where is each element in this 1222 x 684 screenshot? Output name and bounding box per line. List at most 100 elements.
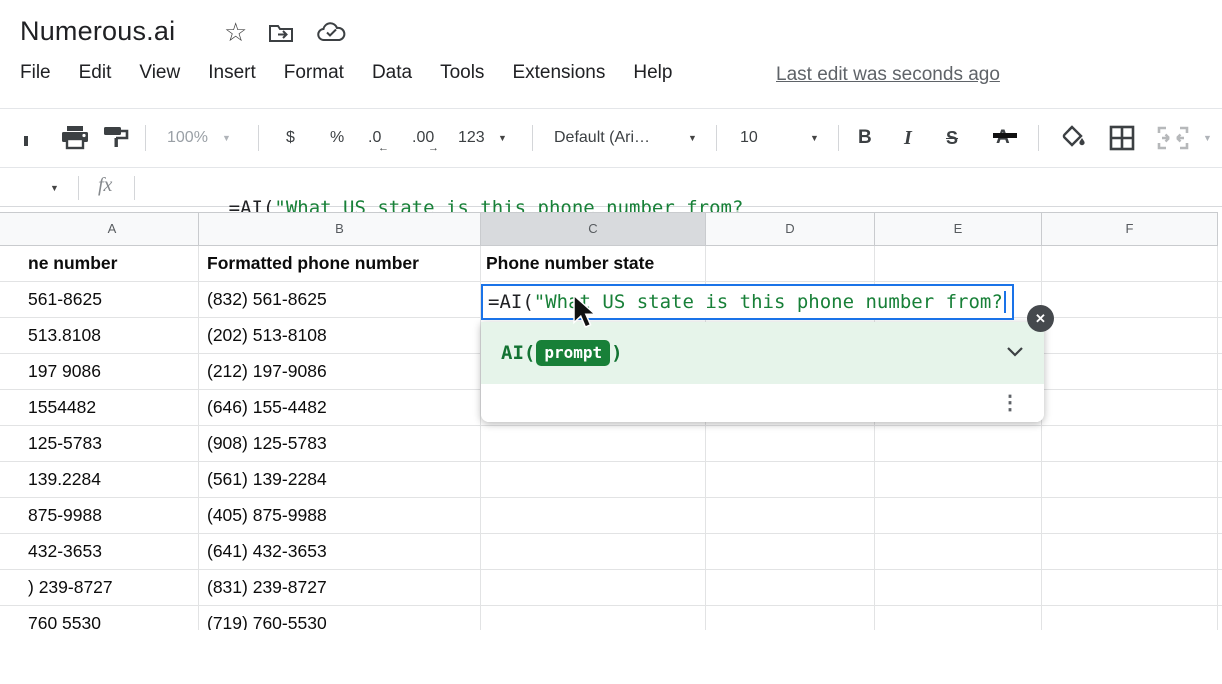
cell[interactable] <box>1042 318 1218 354</box>
cell[interactable] <box>481 426 706 462</box>
cell[interactable] <box>706 570 875 606</box>
redo-icon[interactable] <box>24 109 40 167</box>
cell[interactable] <box>875 606 1042 630</box>
cell[interactable]: (832) 561-8625 <box>199 282 481 318</box>
cell[interactable]: (405) 875-9988 <box>199 498 481 534</box>
cell[interactable] <box>706 498 875 534</box>
chevron-down-icon[interactable] <box>1006 344 1024 362</box>
cell[interactable]: 875-9988 <box>26 498 199 534</box>
font-size-caret-icon[interactable]: ▼ <box>810 109 819 167</box>
cell[interactable] <box>1042 354 1218 390</box>
menu-edit[interactable]: Edit <box>79 62 112 84</box>
cell[interactable] <box>706 246 875 282</box>
menu-insert[interactable]: Insert <box>208 62 256 84</box>
column-header-B[interactable]: B <box>199 212 481 246</box>
cell[interactable]: 432-3653 <box>26 534 199 570</box>
cell[interactable]: (646) 155-4482 <box>199 390 481 426</box>
cell[interactable]: 1554482 <box>26 390 199 426</box>
cell[interactable] <box>481 606 706 630</box>
cell[interactable] <box>706 426 875 462</box>
cell[interactable] <box>481 498 706 534</box>
cell[interactable]: Formatted phone number <box>199 246 481 282</box>
close-icon[interactable]: ✕ <box>1027 305 1054 332</box>
cell[interactable]: 561-8625 <box>26 282 199 318</box>
fill-color-icon[interactable] <box>1060 109 1088 167</box>
decrease-decimal-button[interactable]: .0← <box>368 109 381 167</box>
merge-cells-icon[interactable] <box>1156 109 1190 167</box>
cell[interactable]: (641) 432-3653 <box>199 534 481 570</box>
cell[interactable] <box>1042 606 1218 630</box>
menu-data[interactable]: Data <box>372 62 412 84</box>
print-icon[interactable] <box>60 109 90 167</box>
cell[interactable] <box>1042 426 1218 462</box>
cell[interactable] <box>1042 498 1218 534</box>
menu-file[interactable]: File <box>20 62 51 84</box>
cell[interactable]: (212) 197-9086 <box>199 354 481 390</box>
format-currency-button[interactable]: $ <box>286 109 295 167</box>
last-edit-status[interactable]: Last edit was seconds ago <box>776 64 1000 86</box>
function-suggestion[interactable]: AI(prompt) <box>481 322 1044 384</box>
borders-icon[interactable] <box>1108 109 1136 167</box>
column-header-C[interactable]: C <box>481 212 706 246</box>
menu-view[interactable]: View <box>139 62 180 84</box>
cell[interactable] <box>1042 246 1218 282</box>
merge-caret-icon[interactable]: ▼ <box>1203 109 1212 167</box>
column-header-A[interactable]: A <box>26 212 199 246</box>
cell[interactable]: ) 239-8727 <box>26 570 199 606</box>
cell[interactable] <box>875 246 1042 282</box>
cell[interactable] <box>481 534 706 570</box>
italic-button[interactable]: I <box>904 109 912 167</box>
cell[interactable] <box>1042 462 1218 498</box>
column-header-E[interactable]: E <box>875 212 1042 246</box>
cell[interactable] <box>706 534 875 570</box>
cell[interactable]: 139.2284 <box>26 462 199 498</box>
menu-help[interactable]: Help <box>633 62 672 84</box>
font-family-select[interactable]: Default (Ari… <box>554 109 650 167</box>
more-formats-button[interactable]: 123 <box>458 109 485 167</box>
cell[interactable] <box>1042 534 1218 570</box>
move-to-folder-icon[interactable] <box>268 22 296 49</box>
cell[interactable] <box>875 534 1042 570</box>
cell[interactable] <box>481 462 706 498</box>
active-cell-editor[interactable]: =AI("What US state is this phone number … <box>481 284 1014 320</box>
font-size-select[interactable]: 10 <box>740 109 758 167</box>
cell[interactable] <box>706 462 875 498</box>
format-percent-button[interactable]: % <box>330 109 344 167</box>
zoom-select[interactable]: 100% <box>167 109 208 167</box>
cell[interactable]: 125-5783 <box>26 426 199 462</box>
cell[interactable]: (561) 139-2284 <box>199 462 481 498</box>
document-title[interactable]: Numerous.ai <box>20 16 175 47</box>
bold-button[interactable]: B <box>858 109 872 167</box>
star-icon[interactable]: ☆ <box>224 17 247 48</box>
cell[interactable] <box>481 570 706 606</box>
paint-format-icon[interactable] <box>102 109 130 167</box>
cell[interactable]: ne number <box>26 246 199 282</box>
cloud-saved-icon[interactable] <box>316 22 348 49</box>
cell[interactable] <box>875 570 1042 606</box>
name-box-caret-icon[interactable]: ▼ <box>50 183 59 193</box>
cell[interactable]: (908) 125-5783 <box>199 426 481 462</box>
cell[interactable]: Phone number state <box>481 246 706 282</box>
column-header-D[interactable]: D <box>706 212 875 246</box>
strikethrough-button[interactable]: S <box>946 109 958 167</box>
more-options-icon[interactable]: ⋮ <box>1000 393 1020 413</box>
cell[interactable]: (831) 239-8727 <box>199 570 481 606</box>
cell[interactable]: 513.8108 <box>26 318 199 354</box>
menu-format[interactable]: Format <box>284 62 344 84</box>
cell[interactable]: 197 9086 <box>26 354 199 390</box>
increase-decimal-button[interactable]: .00→ <box>412 109 434 167</box>
column-header-F[interactable]: F <box>1042 212 1218 246</box>
cell[interactable]: (202) 513-8108 <box>199 318 481 354</box>
cell[interactable] <box>875 426 1042 462</box>
menu-extensions[interactable]: Extensions <box>512 62 605 84</box>
font-family-caret-icon[interactable]: ▼ <box>688 109 697 167</box>
menu-tools[interactable]: Tools <box>440 62 484 84</box>
cell[interactable]: (719) 760-5530 <box>199 606 481 630</box>
cell[interactable] <box>875 498 1042 534</box>
cell[interactable]: 760 5530 <box>26 606 199 630</box>
more-formats-caret-icon[interactable]: ▼ <box>498 109 507 167</box>
zoom-caret-icon[interactable]: ▼ <box>222 109 231 167</box>
cell[interactable] <box>1042 570 1218 606</box>
cell[interactable] <box>1042 282 1218 318</box>
cell[interactable] <box>875 462 1042 498</box>
